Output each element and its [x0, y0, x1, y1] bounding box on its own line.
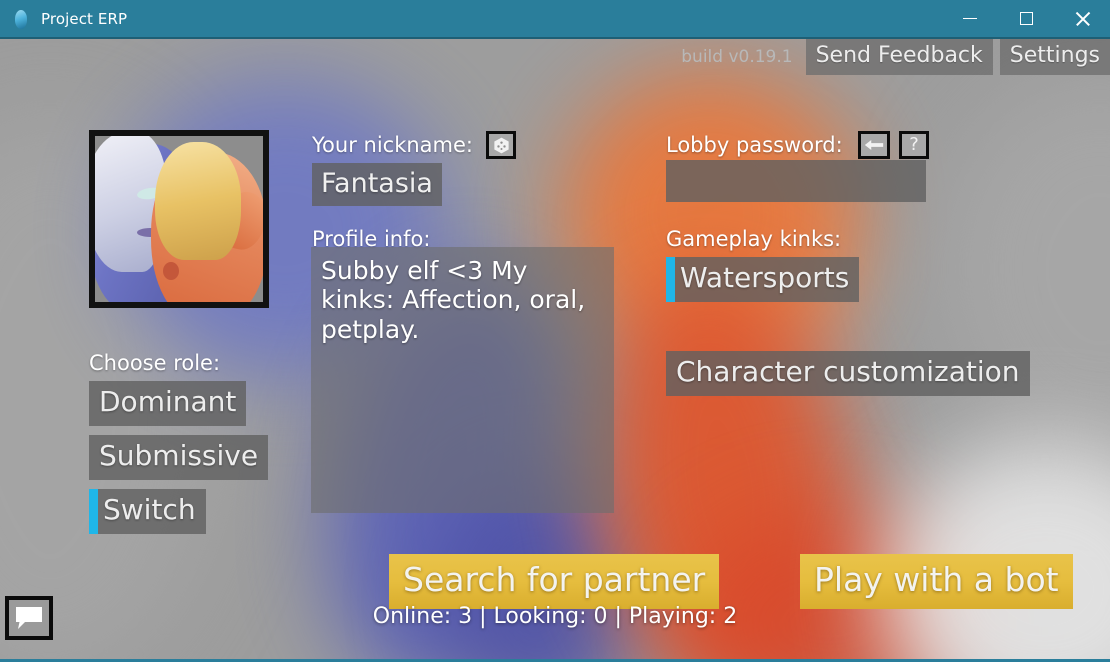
window-title: Project ERP — [41, 9, 128, 28]
lobby-back-button[interactable] — [858, 131, 890, 159]
role-button-switch[interactable]: Switch — [89, 489, 206, 534]
chat-toggle-button[interactable] — [5, 596, 53, 640]
water-drop-icon — [10, 7, 32, 31]
close-icon — [1075, 11, 1090, 26]
lobby-help-button[interactable]: ? — [899, 131, 929, 159]
profile-info-text: Subby elf <3 My kinks: Affection, oral, … — [321, 256, 594, 344]
maximize-button[interactable] — [998, 0, 1054, 37]
chat-bubble-icon — [16, 607, 42, 629]
dice-icon — [493, 137, 509, 153]
send-feedback-button[interactable]: Send Feedback — [805, 39, 993, 75]
nickname-label: Your nickname: — [312, 133, 473, 157]
gameplay-kinks-label: Gameplay kinks: — [666, 227, 842, 251]
title-bar-underline — [0, 37, 1110, 39]
randomize-nickname-button[interactable] — [486, 131, 516, 159]
settings-button[interactable]: Settings — [999, 39, 1110, 75]
minimize-icon — [963, 17, 977, 20]
title-bar[interactable]: Project ERP — [0, 0, 1110, 37]
online-status-text: Online: 3 | Looking: 0 | Playing: 2 — [372, 604, 738, 629]
question-mark-icon: ? — [909, 134, 919, 155]
close-button[interactable] — [1054, 0, 1110, 37]
role-button-submissive[interactable]: Submissive — [89, 435, 269, 480]
character-customization-button[interactable]: Character customization — [666, 351, 1030, 396]
lobby-password-label: Lobby password: — [666, 133, 843, 157]
arrow-left-icon — [864, 139, 884, 151]
nickname-input[interactable]: Fantasia — [312, 163, 442, 206]
play-with-bot-button[interactable]: Play with a bot — [800, 554, 1073, 609]
search-for-partner-button[interactable]: Search for partner — [389, 554, 720, 609]
minimize-button[interactable] — [942, 0, 998, 37]
role-button-dominant[interactable]: Dominant — [89, 381, 247, 426]
gameplay-kinks-button[interactable]: Watersports — [666, 257, 860, 302]
profile-info-textarea[interactable]: Subby elf <3 My kinks: Affection, oral, … — [311, 247, 614, 513]
maximize-icon — [1019, 12, 1033, 25]
bg-shape-right-gray — [940, 79, 1110, 459]
header-bar: build v0.19.1 Send Feedback Settings — [681, 39, 1110, 75]
app-window: Project ERP build v0.19.1 Send Feedback … — [0, 0, 1110, 662]
character-preview[interactable] — [89, 130, 269, 308]
build-version-label: build v0.19.1 — [681, 47, 793, 67]
lobby-password-input[interactable] — [666, 160, 926, 202]
preview-character-orange-hair — [155, 142, 241, 260]
window-controls — [942, 0, 1110, 37]
choose-role-label: Choose role: — [89, 351, 221, 375]
preview-character-orange-mouth — [163, 262, 179, 280]
